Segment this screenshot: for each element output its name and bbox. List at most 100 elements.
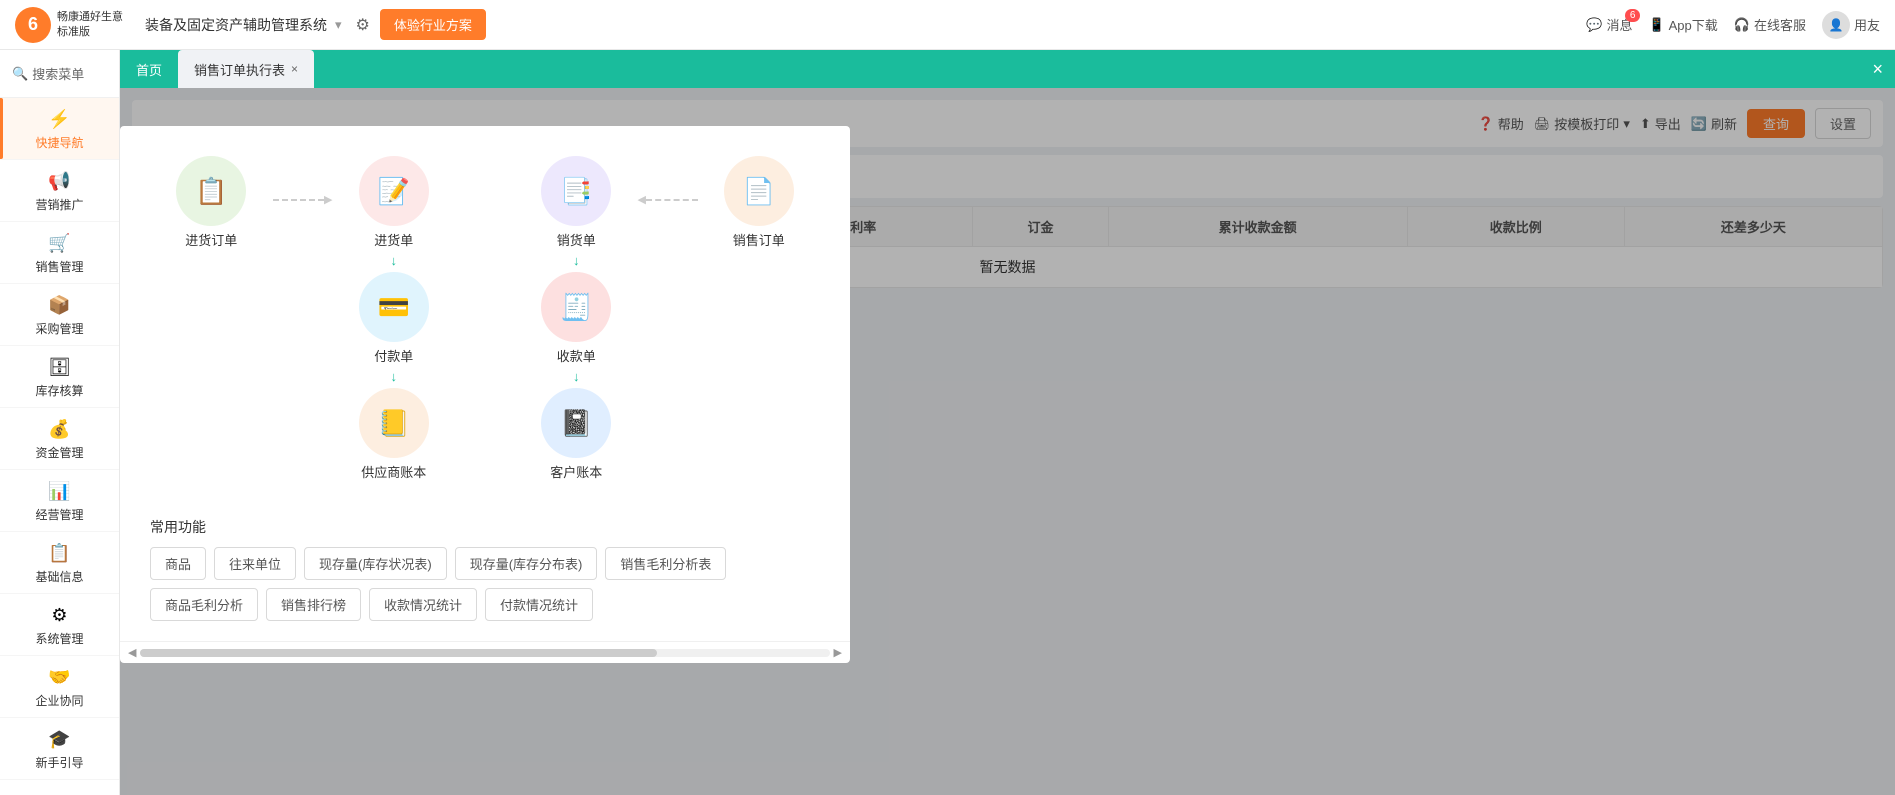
purchase-bill-icon: 📝 (378, 176, 410, 207)
online-service-btn[interactable]: 🎧 在线客服 (1734, 15, 1806, 34)
scroll-left-icon[interactable]: ◀ (128, 646, 136, 659)
sidebar-item-enterprise[interactable]: 🤝 企业协同 (0, 656, 119, 718)
flow-labels-row-3: 供应商账本 客户账本 (150, 462, 820, 481)
sidebar-item-quick-nav[interactable]: ⚡ 快捷导航 (0, 98, 119, 160)
tab-sales-order-exec[interactable]: 销售订单执行表 × (178, 50, 314, 88)
flow-node-sales-bill[interactable]: 📑 (541, 156, 611, 226)
search-menu-btn[interactable]: 🔍 搜索菜单 (8, 60, 111, 87)
supplier-icon: 📒 (378, 408, 410, 439)
sidebar-item-marketing[interactable]: 📢 营销推广 (0, 160, 119, 222)
label-supplier: 供应商账本 (333, 462, 456, 481)
logo-area: 6 畅康通好生意 标准版 (15, 7, 135, 43)
top-header: 6 畅康通好生意 标准版 装备及固定资产辅助管理系统 ▾ ⚙ 体验行业方案 💬 … (0, 0, 1895, 50)
tab-close-all-icon[interactable]: × (1872, 59, 1895, 80)
purchase-order-icon: 📋 (195, 176, 227, 207)
header-right: 💬 消息 6 📱 App下载 🎧 在线客服 👤 用友 (1586, 11, 1880, 39)
flow-cell-supplier: 📒 (333, 388, 456, 458)
sidebar-item-purchase[interactable]: 📦 采购管理 (0, 284, 119, 346)
trial-button[interactable]: 体验行业方案 (380, 9, 486, 40)
customer-icon: 📓 (560, 408, 592, 439)
common-functions-title: 常用功能 (150, 517, 820, 537)
flow-node-receipt[interactable]: 🧾 (541, 272, 611, 342)
message-btn[interactable]: 💬 消息 6 (1586, 15, 1632, 34)
label-payment: 付款单 (333, 346, 456, 365)
function-btn-往来单位[interactable]: 往来单位 (214, 547, 296, 580)
sidebar-search[interactable]: 🔍 搜索菜单 (0, 50, 119, 98)
sidebar-icon-enterprise: 🤝 (49, 666, 71, 688)
app-download-btn[interactable]: 📱 App下载 (1648, 15, 1717, 34)
flow-row-2: 💳 🧾 (150, 272, 820, 342)
quick-nav-modal: 📋 ▶ (120, 126, 850, 663)
sidebar-item-system[interactable]: ⚙ 系统管理 (0, 594, 119, 656)
sidebar-label-finance: 资金管理 (35, 444, 83, 461)
label-receipt: 收款单 (515, 346, 638, 365)
flow-cell-customer: 📓 (515, 388, 638, 458)
sidebar-label-sales: 销售管理 (35, 258, 83, 275)
flow-node-sales-order[interactable]: 📄 (724, 156, 794, 226)
modal-overlay: 📋 ▶ (120, 88, 1895, 795)
payment-label: 付款单 (374, 346, 413, 365)
flow-cell-payment: 💳 (333, 272, 456, 342)
sidebar-icon-sales: 🛒 (49, 232, 71, 254)
function-btn-现存量(库存状况表)[interactable]: 现存量(库存状况表) (304, 547, 447, 580)
flow-labels-row-1: 进货订单 进货单 销货单 (150, 230, 820, 249)
sales-order-icon: 📄 (743, 176, 775, 207)
label-sales-bill: 销货单 (515, 230, 638, 249)
receipt-label: 收款单 (557, 346, 596, 365)
sidebar-item-operations[interactable]: 📊 经营管理 (0, 470, 119, 532)
sidebar-icon-newbie: 🎓 (49, 728, 71, 750)
sidebar-label-quick-nav: 快捷导航 (35, 134, 83, 151)
tab-sales-label: 销售订单执行表 (194, 60, 285, 79)
tab-home[interactable]: 首页 (120, 50, 178, 88)
sidebar-icon-finance: 💰 (49, 418, 71, 440)
flow-node-purchase-order[interactable]: 📋 (176, 156, 246, 226)
modal-body: 📋 ▶ (120, 126, 850, 641)
dropdown-arrow-icon[interactable]: ▾ (335, 17, 342, 33)
flow-node-customer[interactable]: 📓 (541, 388, 611, 458)
supplier-label: 供应商账本 (361, 462, 426, 481)
sales-bill-icon: 📑 (560, 176, 592, 207)
function-btn-销售毛利分析表[interactable]: 销售毛利分析表 (605, 547, 726, 580)
label-purchase-order: 进货订单 (150, 230, 273, 249)
flow-cell-purchase-bill: 📝 (333, 156, 456, 226)
arrow-down-sb: ↓ (515, 253, 638, 268)
scrollbar-thumb (140, 649, 657, 657)
sidebar-icon-operations: 📊 (49, 480, 71, 502)
sidebar-label-basics: 基础信息 (35, 568, 83, 585)
sidebar-icon-basics: 📋 (49, 542, 71, 564)
sidebar-icon-purchase: 📦 (49, 294, 71, 316)
scroll-right-icon[interactable]: ▶ (834, 646, 842, 659)
modal-scrollbar: ◀ ▶ (120, 641, 850, 663)
arrow-down-pb: ↓ (333, 253, 456, 268)
function-btn-收款情况统计[interactable]: 收款情况统计 (369, 588, 477, 621)
sidebar-item-sales[interactable]: 🛒 销售管理 (0, 222, 119, 284)
sidebar-label-marketing: 营销推广 (35, 196, 83, 213)
sidebar-icon-marketing: 📢 (49, 170, 71, 192)
flow-node-payment[interactable]: 💳 (359, 272, 429, 342)
scrollbar-track[interactable] (140, 649, 829, 657)
tab-close-icon[interactable]: × (291, 62, 298, 76)
function-btn-付款情况统计[interactable]: 付款情况统计 (485, 588, 593, 621)
function-btn-现存量(库存分布表)[interactable]: 现存量(库存分布表) (455, 547, 598, 580)
common-functions-section: 常用功能 商品往来单位现存量(库存状况表)现存量(库存分布表)销售毛利分析表商品… (150, 517, 820, 621)
system-title-area: 装备及固定资产辅助管理系统 ▾ ⚙ (145, 15, 370, 35)
tab-bar: 首页 销售订单执行表 × × (120, 50, 1895, 88)
sidebar-item-inventory[interactable]: 🗄 库存核算 (0, 346, 119, 408)
sidebar: 🔍 搜索菜单 ⚡ 快捷导航📢 营销推广🛒 销售管理📦 采购管理🗄 库存核算💰 资… (0, 50, 120, 795)
flow-row-3: 📒 📓 (150, 388, 820, 458)
function-btn-销售排行榜[interactable]: 销售排行榜 (266, 588, 361, 621)
down-arrow-sb-icon: ↓ (573, 253, 580, 268)
settings-icon[interactable]: ⚙ (356, 15, 370, 35)
flow-node-purchase-bill[interactable]: 📝 (359, 156, 429, 226)
user-menu[interactable]: 👤 用友 (1822, 11, 1880, 39)
flow-row-1: 📋 ▶ (150, 156, 820, 226)
flow-node-supplier[interactable]: 📒 (359, 388, 429, 458)
function-btn-商品毛利分析[interactable]: 商品毛利分析 (150, 588, 258, 621)
headset-icon: 🎧 (1734, 17, 1750, 33)
flow-labels-row-2: 付款单 收款单 (150, 346, 820, 365)
label-purchase-bill: 进货单 (333, 230, 456, 249)
function-btn-商品[interactable]: 商品 (150, 547, 206, 580)
sidebar-item-basics[interactable]: 📋 基础信息 (0, 532, 119, 594)
sidebar-item-newbie[interactable]: 🎓 新手引导 (0, 718, 119, 780)
sidebar-item-finance[interactable]: 💰 资金管理 (0, 408, 119, 470)
